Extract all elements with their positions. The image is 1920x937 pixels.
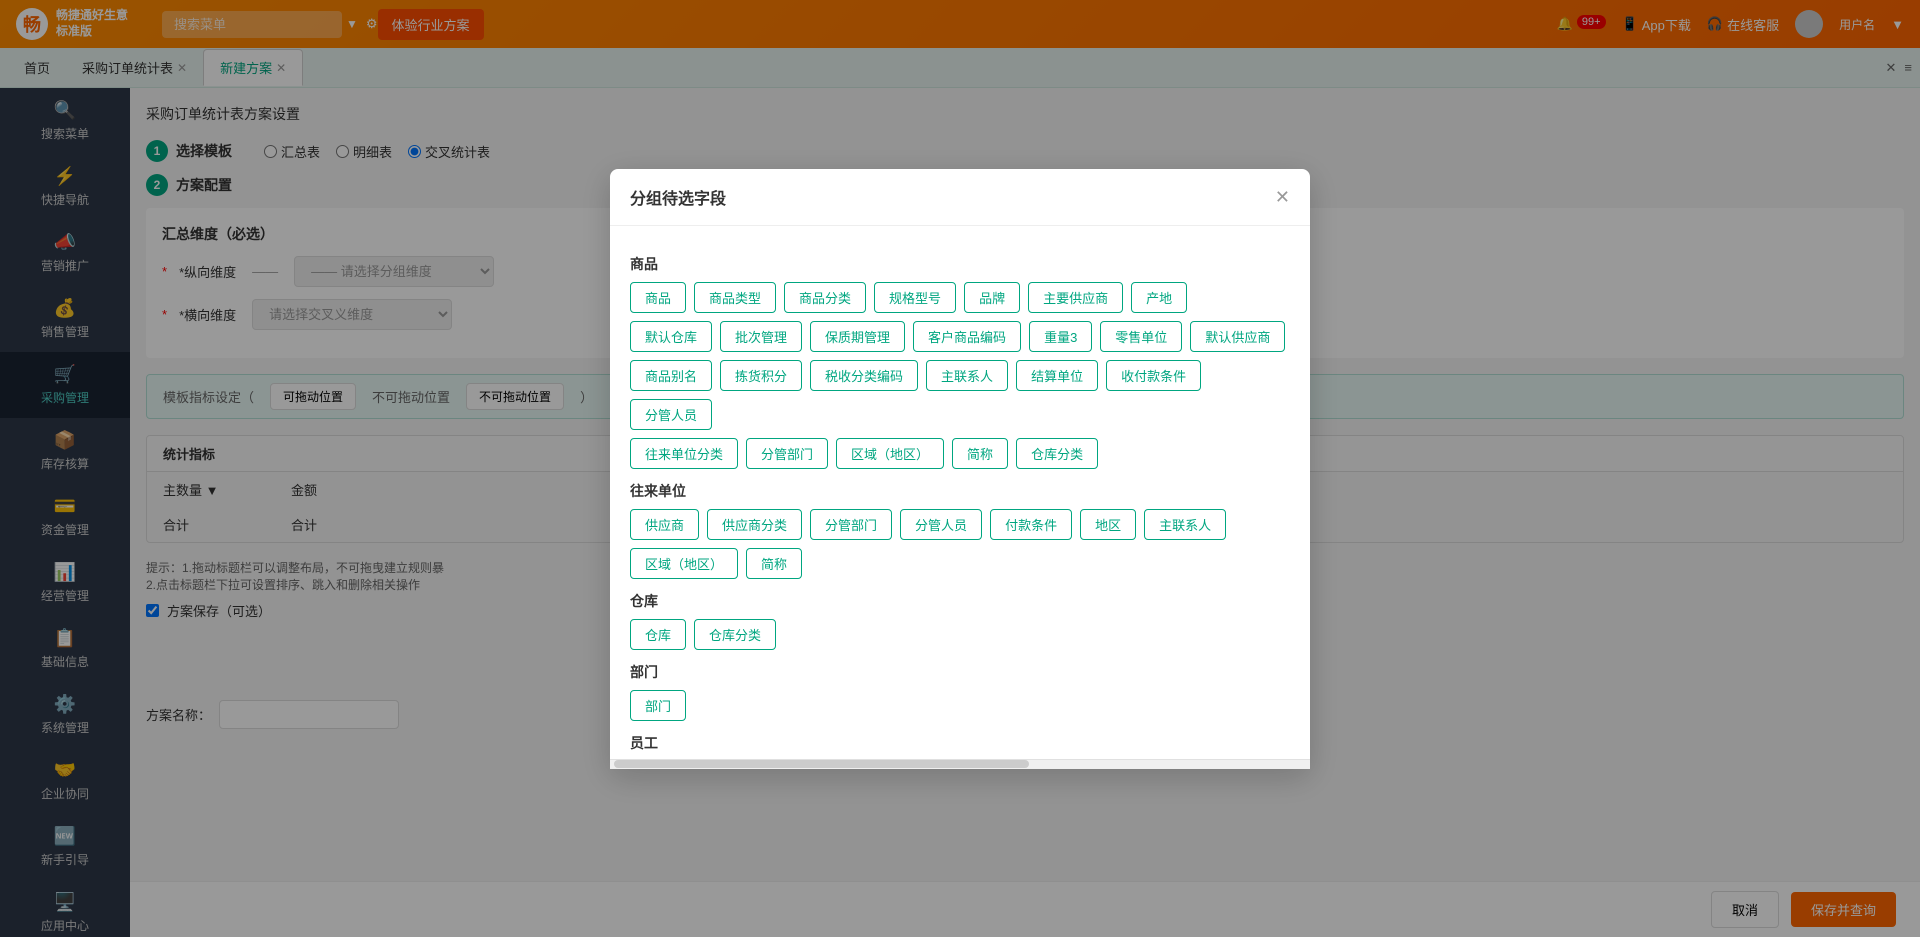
modal-title: 分组待选字段 [630,185,726,209]
tag-partner-6[interactable]: 主联系人 [1144,509,1226,540]
field-tags-partner-row2: 区域（地区） 简称 [630,548,1290,579]
modal-hscroll[interactable] [610,759,1310,768]
tag-partner-5[interactable]: 地区 [1080,509,1136,540]
tag-goods-15[interactable]: 拣货积分 [720,360,802,391]
tag-goods-11[interactable]: 重量3 [1029,321,1092,352]
tag-dept-0[interactable]: 部门 [630,690,686,721]
tag-goods-16[interactable]: 税收分类编码 [810,360,918,391]
tag-goods-23[interactable]: 区域（地区） [836,438,944,469]
tag-warehouse-0[interactable]: 仓库 [630,619,686,650]
section-title-staff: 员工 [630,733,1290,753]
tag-goods-9[interactable]: 保质期管理 [810,321,905,352]
modal-dialog: 分组待选字段 ✕ 商品 商品 商品类型 商品分类 规格型号 品牌 主要供应商 产… [610,169,1310,769]
tag-goods-10[interactable]: 客户商品编码 [913,321,1021,352]
tag-goods-6[interactable]: 产地 [1131,282,1187,313]
field-tags-goods: 商品 商品类型 商品分类 规格型号 品牌 主要供应商 产地 [630,282,1290,313]
tag-goods-12[interactable]: 零售单位 [1100,321,1182,352]
field-tags-warehouse: 仓库 仓库分类 [630,619,1290,650]
tag-goods-21[interactable]: 往来单位分类 [630,438,738,469]
tag-goods-18[interactable]: 结算单位 [1016,360,1098,391]
tag-partner-1[interactable]: 供应商分类 [707,509,802,540]
modal-close-button[interactable]: ✕ [1275,188,1290,206]
tag-goods-22[interactable]: 分管部门 [746,438,828,469]
tag-goods-2[interactable]: 商品分类 [784,282,866,313]
field-tags-dept: 部门 [630,690,1290,721]
tag-goods-17[interactable]: 主联系人 [926,360,1008,391]
tag-partner-4[interactable]: 付款条件 [990,509,1072,540]
tag-goods-4[interactable]: 品牌 [964,282,1020,313]
section-title-dept: 部门 [630,662,1290,682]
tag-partner-7[interactable]: 区域（地区） [630,548,738,579]
tag-partner-2[interactable]: 分管部门 [810,509,892,540]
tag-goods-25[interactable]: 仓库分类 [1016,438,1098,469]
tag-goods-8[interactable]: 批次管理 [720,321,802,352]
section-title-partner: 往来单位 [630,481,1290,501]
tag-goods-1[interactable]: 商品类型 [694,282,776,313]
field-tags-goods-row3: 商品别名 拣货积分 税收分类编码 主联系人 结算单位 收付款条件 分管人员 [630,360,1290,430]
tag-goods-0[interactable]: 商品 [630,282,686,313]
tag-goods-13[interactable]: 默认供应商 [1190,321,1285,352]
tag-partner-8[interactable]: 简称 [746,548,802,579]
hscroll-thumb[interactable] [614,760,1029,768]
tag-goods-24[interactable]: 简称 [952,438,1008,469]
section-title-warehouse: 仓库 [630,591,1290,611]
tag-goods-14[interactable]: 商品别名 [630,360,712,391]
section-title-goods: 商品 [630,254,1290,274]
modal-body: 商品 商品 商品类型 商品分类 规格型号 品牌 主要供应商 产地 默认仓库 批次… [610,226,1310,760]
tag-goods-20[interactable]: 分管人员 [630,399,712,430]
modal-header: 分组待选字段 ✕ [610,169,1310,226]
field-tags-goods-row4: 往来单位分类 分管部门 区域（地区） 简称 仓库分类 [630,438,1290,469]
tag-partner-0[interactable]: 供应商 [630,509,699,540]
modal-overlay[interactable]: 分组待选字段 ✕ 商品 商品 商品类型 商品分类 规格型号 品牌 主要供应商 产… [0,0,1920,937]
tag-warehouse-1[interactable]: 仓库分类 [694,619,776,650]
tag-goods-5[interactable]: 主要供应商 [1028,282,1123,313]
tag-goods-7[interactable]: 默认仓库 [630,321,712,352]
field-tags-goods-row2: 默认仓库 批次管理 保质期管理 客户商品编码 重量3 零售单位 默认供应商 [630,321,1290,352]
field-tags-partner-row1: 供应商 供应商分类 分管部门 分管人员 付款条件 地区 主联系人 [630,509,1290,540]
tag-partner-3[interactable]: 分管人员 [900,509,982,540]
tag-goods-3[interactable]: 规格型号 [874,282,956,313]
tag-goods-19[interactable]: 收付款条件 [1106,360,1201,391]
